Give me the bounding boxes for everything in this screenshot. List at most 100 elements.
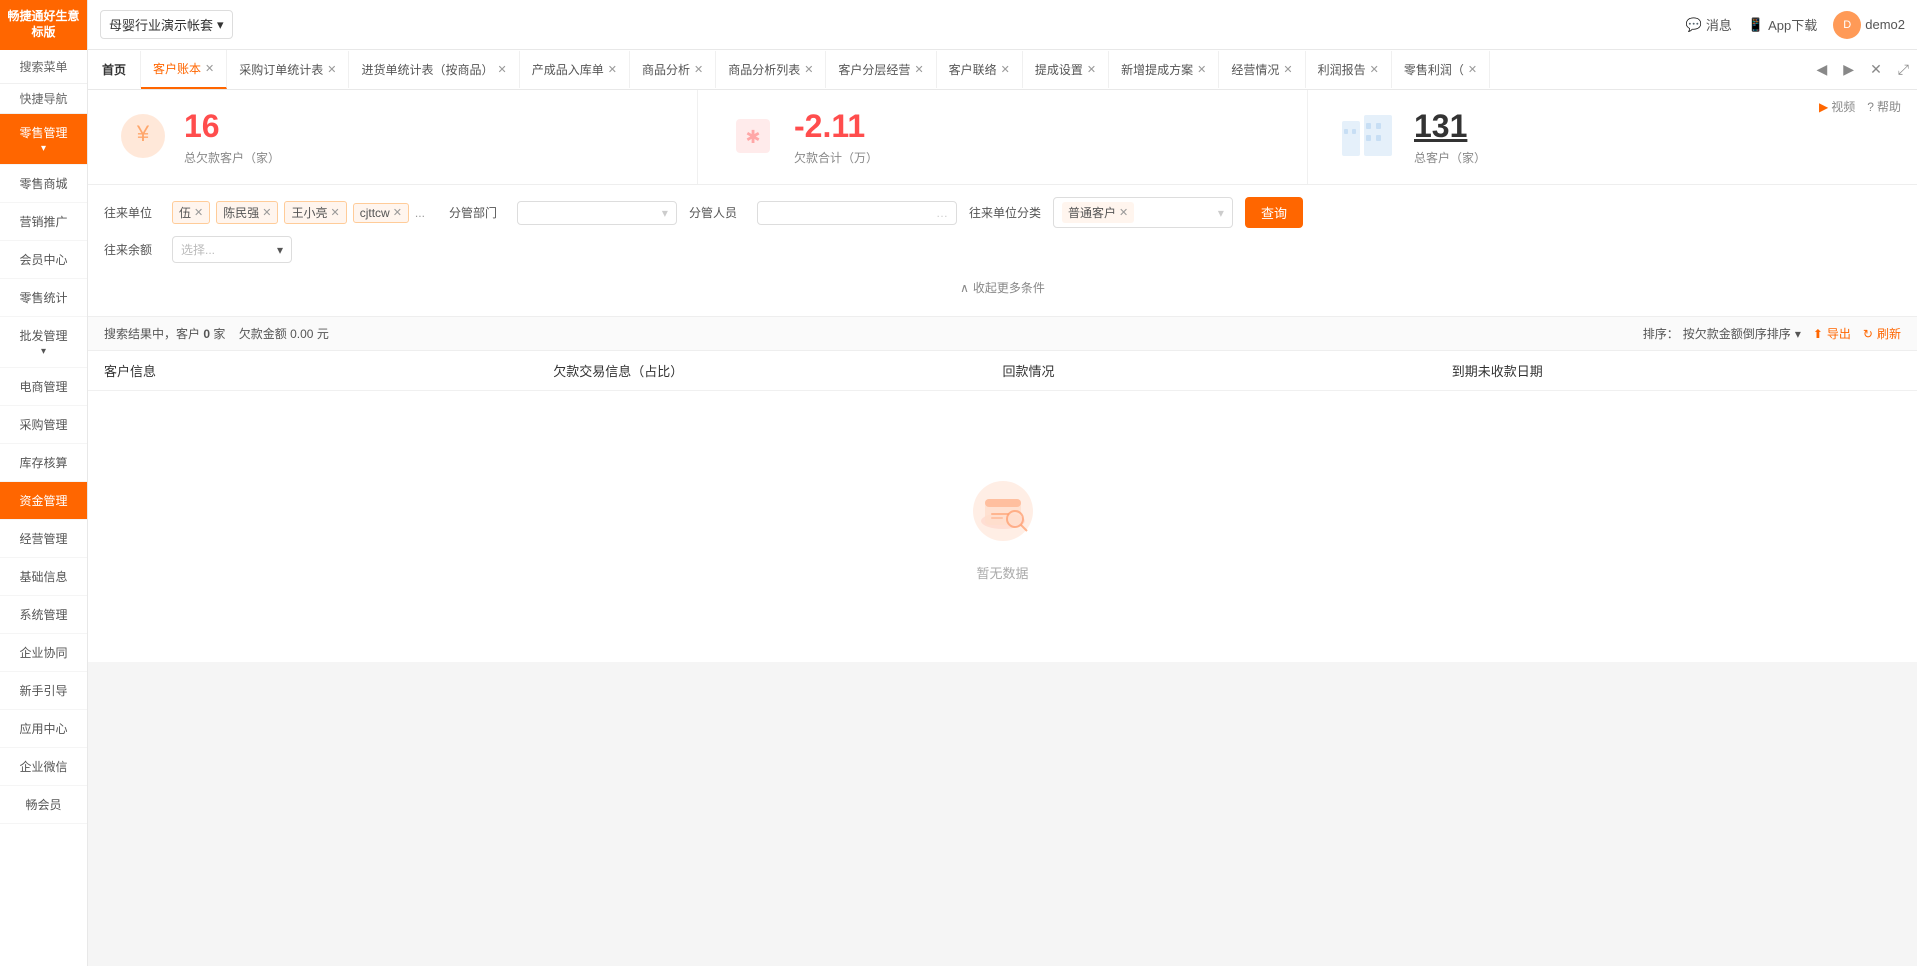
sort-value: 按欠款金额倒序排序 <box>1683 325 1791 342</box>
help-btn[interactable]: ? 帮助 <box>1867 98 1901 115</box>
tab-product-analysis-list[interactable]: 商品分析列表 ✕ <box>716 51 826 88</box>
sidebar-item-member2[interactable]: 畅会员 <box>0 786 87 824</box>
tab-commission-settings[interactable]: 提成设置 ✕ <box>1023 51 1109 88</box>
stat-card-customers: ¥ 16 总欠款客户（家） <box>88 90 698 184</box>
sidebar-item-retail[interactable]: 零售管理 ▾ <box>0 114 87 165</box>
unit-tag-wu-close[interactable]: ✕ <box>194 206 203 219</box>
tab-label: 提成设置 <box>1035 61 1083 78</box>
tab-close[interactable]: ✕ <box>1001 63 1010 76</box>
unit-tag-chen-close[interactable]: ✕ <box>262 206 271 219</box>
tab-home[interactable]: 首页 <box>88 51 141 88</box>
content: ▶ 视频 ? 帮助 ¥ <box>88 90 1917 966</box>
tab-close[interactable]: ✕ <box>1283 63 1292 76</box>
account-selector-arrow: ▾ <box>217 17 224 33</box>
tab-close[interactable]: ✕ <box>608 63 617 76</box>
sidebar-item-wechat[interactable]: 企业微信 <box>0 748 87 786</box>
unit-tags-more[interactable]: ... <box>415 206 425 220</box>
sidebar-item-label: 零售管理 <box>0 124 87 141</box>
col-header-repay: 回款情况 <box>1003 361 1452 380</box>
filter-collapse-btn[interactable]: ∧ 收起更多条件 <box>956 275 1049 300</box>
sort-selector[interactable]: 排序： 按欠款金额倒序排序 ▾ <box>1643 325 1801 342</box>
unit-tag-cjttcw-text: cjttcw <box>360 206 390 220</box>
query-button[interactable]: 查询 <box>1245 197 1303 228</box>
tab-product-in[interactable]: 产成品入库单 ✕ <box>520 51 630 88</box>
export-icon: ⬆ <box>1813 327 1823 341</box>
tab-inventory-stat[interactable]: 进货单统计表（按商品） ✕ <box>349 51 519 88</box>
tab-label: 进货单统计表（按商品） <box>361 61 493 78</box>
sidebar-item-operation[interactable]: 经营管理 <box>0 520 87 558</box>
category-tag-close[interactable]: ✕ <box>1119 206 1128 219</box>
unit-tag-chen: 陈民强 ✕ <box>216 201 278 224</box>
sidebar-item-ecommerce[interactable]: 电商管理 <box>0 368 87 406</box>
tab-arrow-left[interactable]: ◀ <box>1809 61 1836 78</box>
col-header-date: 到期未收款日期 <box>1452 361 1901 380</box>
tab-maximize[interactable]: ⤢ <box>1890 61 1917 78</box>
unit-tag-cjttcw-close[interactable]: ✕ <box>393 206 402 219</box>
sidebar-item-marketing[interactable]: 营销推广 <box>0 203 87 241</box>
tab-customer-ledger-close[interactable]: ✕ <box>205 62 214 75</box>
sidebar-item-wholesale[interactable]: 批发管理 ▾ <box>0 317 87 368</box>
svg-text:¥: ¥ <box>136 121 150 146</box>
sidebar-item-basic[interactable]: 基础信息 <box>0 558 87 596</box>
dept-select[interactable]: ▾ <box>517 201 677 225</box>
sidebar-item-cooperation[interactable]: 企业协同 <box>0 634 87 672</box>
tab-label: 商品分析 <box>642 61 690 78</box>
sidebar-search[interactable]: 搜索菜单 <box>0 50 87 84</box>
tab-close[interactable]: ✕ <box>694 63 703 76</box>
tab-arrow-right[interactable]: ▶ <box>1835 61 1862 78</box>
stat-value-total: 131 <box>1414 108 1486 145</box>
tab-close[interactable]: ✕ <box>804 63 813 76</box>
tab-close[interactable]: ✕ <box>1370 63 1379 76</box>
sidebar-fast-nav[interactable]: 快捷导航 <box>0 84 87 114</box>
tab-close[interactable]: ✕ <box>1468 63 1477 76</box>
person-input[interactable]: … <box>757 201 957 225</box>
tab-product-analysis[interactable]: 商品分析 ✕ <box>630 51 716 88</box>
export-btn[interactable]: ⬆ 导出 <box>1813 325 1851 342</box>
messages-btn[interactable]: 💬 消息 <box>1686 15 1732 34</box>
tab-close[interactable]: ✕ <box>327 63 336 76</box>
account-selector[interactable]: 母婴行业演示帐套 ▾ <box>100 10 233 39</box>
tab-purchase-order-stat[interactable]: 采购订单统计表 ✕ <box>227 51 349 88</box>
sidebar-item-system[interactable]: 系统管理 <box>0 596 87 634</box>
sidebar-menu: 零售管理 ▾ 零售商城 营销推广 会员中心 零售统计 批发管理 ▾ 电商管理 采… <box>0 114 87 966</box>
tab-arrows: ◀ ▶ ✕ ⤢ <box>1809 61 1917 78</box>
sidebar-logo: 畅捷通好生意 标版 <box>0 0 87 50</box>
tab-close[interactable]: ✕ <box>914 63 923 76</box>
app-download-btn[interactable]: 📱 App下载 <box>1748 15 1817 34</box>
tab-close[interactable]: ✕ <box>1197 63 1206 76</box>
category-arrow: ▾ <box>1218 206 1224 220</box>
tab-close[interactable]: ✕ <box>498 63 507 76</box>
messages-label: 消息 <box>1706 15 1732 34</box>
tab-customer-contact[interactable]: 客户联络 ✕ <box>937 51 1023 88</box>
tab-customer-tier[interactable]: 客户分层经营 ✕ <box>826 51 936 88</box>
unit-tag-wang-close[interactable]: ✕ <box>330 206 339 219</box>
category-input[interactable]: 普通客户 ✕ ▾ <box>1053 197 1233 228</box>
download-icon: 📱 <box>1748 17 1764 33</box>
sidebar-item-finance[interactable]: 资金管理 <box>0 482 87 520</box>
sidebar-item-inventory[interactable]: 库存核算 <box>0 444 87 482</box>
tab-label: 利润报告 <box>1318 61 1366 78</box>
tab-close-all[interactable]: ✕ <box>1862 61 1890 78</box>
unit-tag-wang-text: 王小亮 <box>291 204 327 221</box>
tab-customer-ledger[interactable]: 客户账本 ✕ <box>141 50 227 89</box>
sidebar-item-member[interactable]: 会员中心 <box>0 241 87 279</box>
sidebar-item-arrow: ▾ <box>0 143 87 154</box>
tab-profit-report[interactable]: 利润报告 ✕ <box>1306 51 1392 88</box>
video-btn[interactable]: ▶ 视频 <box>1819 98 1855 115</box>
sidebar-item-purchase[interactable]: 采购管理 <box>0 406 87 444</box>
sidebar-item-newbie[interactable]: 新手引导 <box>0 672 87 710</box>
balance-select[interactable]: 选择... ▾ <box>172 236 292 263</box>
tab-retail-profit[interactable]: 零售利润（ ✕ <box>1392 51 1490 88</box>
sidebar-item-appstore[interactable]: 应用中心 <box>0 710 87 748</box>
refresh-btn[interactable]: ↻ 刷新 <box>1863 325 1901 342</box>
tab-business-status[interactable]: 经营情况 ✕ <box>1219 51 1305 88</box>
unit-filter-label: 往来单位 <box>104 204 160 221</box>
tab-close[interactable]: ✕ <box>1087 63 1096 76</box>
sidebar-item-retail-shop[interactable]: 零售商城 <box>0 165 87 203</box>
user-section[interactable]: D demo2 <box>1833 11 1905 39</box>
sidebar-item-retail-stat[interactable]: 零售统计 <box>0 279 87 317</box>
svg-text:✱: ✱ <box>745 127 760 147</box>
sidebar-item-label: 批发管理 <box>0 327 87 344</box>
tab-new-commission-plan[interactable]: 新增提成方案 ✕ <box>1109 51 1219 88</box>
col-header-customer: 客户信息 <box>104 361 553 380</box>
